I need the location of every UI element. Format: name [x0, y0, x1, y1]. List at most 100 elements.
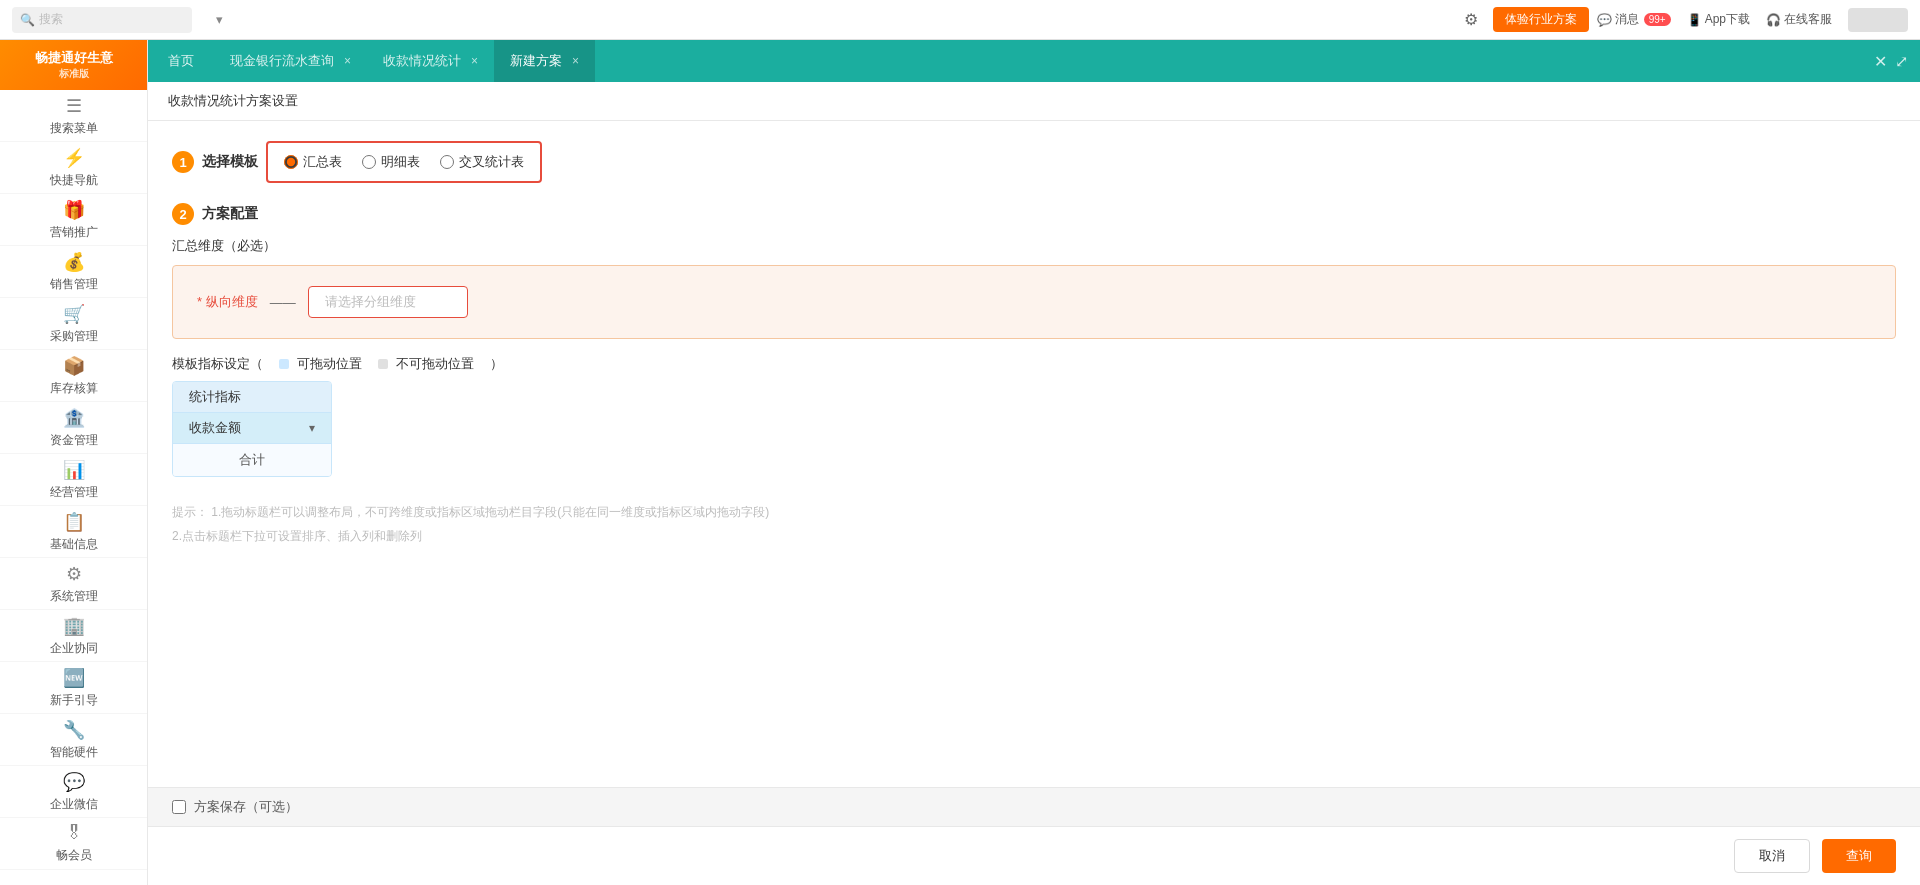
top-bar-right: 💬 消息 99+ 📱 App下载 🎧 在线客服: [1597, 8, 1908, 32]
tab-new-plan-label: 新建方案: [510, 52, 562, 70]
headset-icon: 🎧: [1766, 13, 1781, 27]
content-area: 首页 现金银行流水查询 × 收款情况统计 × 新建方案 × ✕ ⤢ 收款情况统计…: [148, 40, 1920, 885]
step2-num: 2: [172, 203, 194, 225]
config-section: 2 方案配置 汇总维度（必选） * 纵向维度 —— 请选择分组维度: [172, 203, 1896, 548]
indicator-config: 模板指标设定（ 可拖动位置 不可拖动位置 ）: [172, 355, 1896, 480]
messages-badge: 99+: [1644, 13, 1671, 26]
sidebar-item-smart-hw[interactable]: 🔧智能硬件: [0, 714, 147, 766]
indicator-legend-fixed: 不可拖动位置: [378, 355, 474, 373]
logo-sub: 标准版: [35, 67, 113, 81]
save-checkbox[interactable]: [172, 800, 186, 814]
bottom-save: 方案保存（可选）: [148, 787, 1920, 826]
message-icon: 💬: [1597, 13, 1612, 27]
sidebar-item-purchase[interactable]: 🛒采购管理: [0, 298, 147, 350]
corp-icon: 🏢: [63, 615, 85, 637]
logo-text: 畅捷通好生意: [35, 49, 113, 67]
indicator-label: 模板指标设定（: [172, 355, 263, 373]
sidebar-item-wechat[interactable]: 💬企业微信: [0, 766, 147, 818]
vertical-label: * 纵向维度: [197, 293, 258, 311]
sidebar-item-inventory[interactable]: 📦库存核算: [0, 350, 147, 402]
service-button[interactable]: 🎧 在线客服: [1766, 11, 1832, 28]
dimension-dropdown[interactable]: 请选择分组维度: [308, 286, 468, 318]
sidebar-item-corp[interactable]: 🏢企业协同: [0, 610, 147, 662]
user-avatar[interactable]: [1848, 8, 1908, 32]
radio-summary[interactable]: 汇总表: [284, 153, 342, 171]
step1-title: 选择模板: [202, 153, 258, 171]
quick-nav-icon: ⚡: [63, 147, 85, 169]
sidebar-item-quick-nav[interactable]: ⚡快捷导航: [0, 142, 147, 194]
tab-home[interactable]: 首页: [148, 52, 214, 70]
sidebar-item-guide[interactable]: 🆕新手引导: [0, 662, 147, 714]
search-icon: 🔍: [20, 13, 35, 27]
step1-num: 1: [172, 151, 194, 173]
sidebar-item-basic-info[interactable]: 📋基础信息: [0, 506, 147, 558]
dimension-box: * 纵向维度 —— 请选择分组维度: [172, 265, 1896, 339]
messages-label: 消息: [1615, 11, 1639, 28]
messages-button[interactable]: 💬 消息 99+: [1597, 11, 1671, 28]
radio-detail-label: 明细表: [381, 153, 420, 171]
stats-row1: 合计: [173, 444, 331, 476]
search-bar[interactable]: 🔍 搜索: [12, 7, 192, 33]
expand-icon[interactable]: ⤢: [1895, 52, 1908, 71]
smart-hw-icon: 🔧: [63, 719, 85, 741]
radio-summary-input[interactable]: [284, 155, 298, 169]
template-section: 汇总表 明细表 交叉统计表: [266, 141, 542, 183]
query-button[interactable]: 查询: [1822, 839, 1896, 873]
sidebar-item-marketing[interactable]: 🎁营销推广: [0, 194, 147, 246]
indicator-config-title: 模板指标设定（ 可拖动位置 不可拖动位置 ）: [172, 355, 1896, 373]
breadcrumb: 收款情况统计方案设置: [148, 82, 1920, 121]
close-icon[interactable]: ✕: [1874, 52, 1887, 71]
sidebar-item-sales[interactable]: 💰销售管理: [0, 246, 147, 298]
inventory-icon: 📦: [63, 355, 85, 377]
step2-title: 方案配置: [202, 205, 258, 223]
stats-label: 统计指标: [189, 388, 241, 406]
cancel-button[interactable]: 取消: [1734, 839, 1810, 873]
main-layout: 畅捷通好生意 标准版 ☰搜索菜单⚡快捷导航🎁营销推广💰销售管理🛒采购管理📦库存核…: [0, 40, 1920, 885]
tab-bank-flow-close[interactable]: ×: [344, 54, 351, 68]
sidebar-item-member[interactable]: 🎖畅会员: [0, 818, 147, 870]
radio-detail-input[interactable]: [362, 155, 376, 169]
indicator-legend: 可拖动位置: [279, 355, 362, 373]
sidebar-item-capital[interactable]: 🏦资金管理: [0, 402, 147, 454]
sidebar-item-operation[interactable]: 📊经营管理: [0, 454, 147, 506]
stats-table: 统计指标 收款金额 ▾ 合计: [172, 381, 332, 477]
footer-bar: 取消 查询: [148, 826, 1920, 885]
tab-bank-flow-label: 现金银行流水查询: [230, 52, 334, 70]
draggable-dot: [279, 359, 289, 369]
form-area: 1 选择模板 汇总表 明细表 交叉统计表: [148, 121, 1920, 787]
tips-area: 提示： 1.拖动标题栏可以调整布局，不可跨维度或指标区域拖动栏目字段(只能在同一…: [172, 500, 1896, 548]
operation-icon: 📊: [63, 459, 85, 481]
stats-table-header: 统计指标: [173, 382, 331, 413]
tab-collection-stats-close[interactable]: ×: [471, 54, 478, 68]
trial-button[interactable]: 体验行业方案: [1493, 7, 1589, 32]
wechat-icon: 💬: [63, 771, 85, 793]
save-label: 方案保存（可选）: [194, 798, 298, 816]
stats-col-dropdown[interactable]: ▾: [309, 421, 315, 435]
gear-button[interactable]: ⚙: [1457, 6, 1485, 34]
sidebar: 畅捷通好生意 标准版 ☰搜索菜单⚡快捷导航🎁营销推广💰销售管理🛒采购管理📦库存核…: [0, 40, 148, 885]
tip-1: 提示： 1.拖动标题栏可以调整布局，不可跨维度或指标区域拖动栏目字段(只能在同一…: [172, 500, 1896, 524]
radio-detail[interactable]: 明细表: [362, 153, 420, 171]
sales-icon: 💰: [63, 251, 85, 273]
download-button[interactable]: 📱 App下载: [1687, 11, 1750, 28]
search-menu-icon: ☰: [66, 95, 82, 117]
tab-bank-flow[interactable]: 现金银行流水查询 ×: [214, 40, 367, 82]
radio-cross-input[interactable]: [440, 155, 454, 169]
top-bar: 🔍 搜索 ▾ ⚙ 体验行业方案 💬 消息 99+ 📱 App下载 🎧 在线客服: [0, 0, 1920, 40]
sidebar-item-system[interactable]: ⚙系统管理: [0, 558, 147, 610]
tab-collection-stats[interactable]: 收款情况统计 ×: [367, 40, 494, 82]
indicator-close: ）: [490, 355, 503, 373]
stats-col-header: 收款金额 ▾: [173, 413, 331, 444]
dimension-label: 汇总维度（必选）: [172, 237, 1896, 255]
tab-new-plan[interactable]: 新建方案 ×: [494, 40, 595, 82]
tab-new-plan-close[interactable]: ×: [572, 54, 579, 68]
tab-bar: 首页 现金银行流水查询 × 收款情况统计 × 新建方案 × ✕ ⤢: [148, 40, 1920, 82]
chevron-down-icon[interactable]: ▾: [216, 12, 223, 27]
service-label: 在线客服: [1784, 11, 1832, 28]
fixed-label: 不可拖动位置: [396, 355, 474, 373]
sidebar-logo: 畅捷通好生意 标准版: [0, 40, 147, 90]
radio-cross[interactable]: 交叉统计表: [440, 153, 524, 171]
search-placeholder: 搜索: [39, 11, 63, 28]
radio-cross-label: 交叉统计表: [459, 153, 524, 171]
sidebar-item-search-menu[interactable]: ☰搜索菜单: [0, 90, 147, 142]
